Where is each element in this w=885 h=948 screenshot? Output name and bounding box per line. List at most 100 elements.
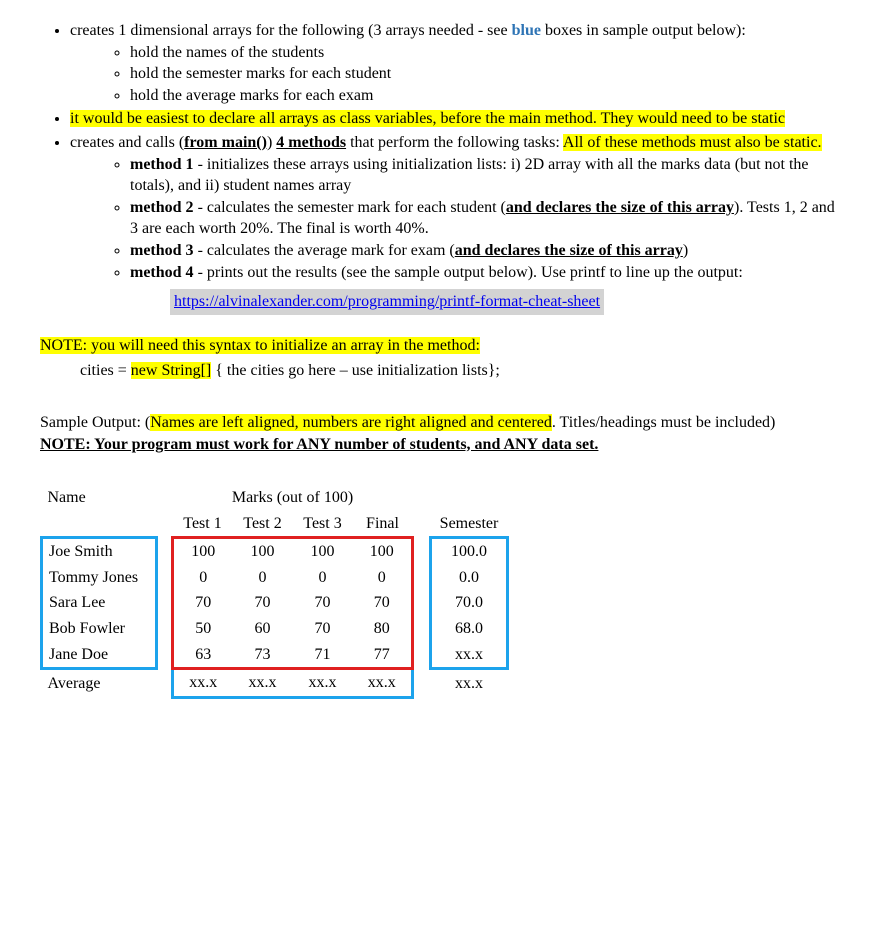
text: creates 1 dimensional arrays for the fol…	[70, 22, 512, 39]
table-row: Sara Lee 70 70 70 70 70.0	[42, 590, 508, 616]
cell: 0	[233, 565, 293, 591]
cell: 70	[353, 590, 413, 616]
highlight: Names are left aligned, numbers are righ…	[150, 414, 552, 431]
marks-header: Marks (out of 100)	[173, 485, 413, 511]
cell: 100	[293, 538, 353, 565]
cell: 70	[293, 616, 353, 642]
avg-cell: xx.x	[233, 669, 293, 698]
highlight: NOTE: you will need this syntax to initi…	[40, 337, 480, 354]
text: . Titles/headings must be included)	[552, 414, 776, 431]
text: - calculates the average mark for exam (	[194, 242, 455, 259]
table-row: Jane Doe 63 73 71 77 xx.x	[42, 642, 508, 669]
text: - initializes these arrays using initial…	[130, 156, 809, 195]
student-name: Tommy Jones	[42, 565, 157, 591]
cities-example: cities = new String[] { the cities go he…	[80, 360, 845, 382]
col-semester: Semester	[431, 511, 508, 538]
underline-bold: and declares the size of this array	[455, 242, 683, 259]
sub-item: hold the semester marks for each student	[130, 63, 845, 85]
label: method 1	[130, 156, 194, 173]
avg-cell: xx.x	[293, 669, 353, 698]
sub-item: hold the names of the students	[130, 42, 845, 64]
cell: 100	[173, 538, 233, 565]
underline-bold: 4 methods	[276, 134, 346, 151]
col-test1: Test 1	[173, 511, 233, 538]
semester-cell: 100.0	[431, 538, 508, 565]
printf-cheatsheet-link[interactable]: https://alvinalexander.com/programming/p…	[174, 293, 600, 310]
sub-item: hold the average marks for each exam	[130, 85, 845, 107]
blue-word: blue	[512, 22, 541, 39]
cell: 0	[293, 565, 353, 591]
text: creates and calls (	[70, 134, 184, 151]
text: - prints out the results (see the sample…	[194, 264, 743, 281]
label: method 2	[130, 199, 194, 216]
sample-output-intro: Sample Output: (Names are left aligned, …	[40, 412, 845, 434]
col-final: Final	[353, 511, 413, 538]
highlight: it would be easiest to declare all array…	[70, 110, 785, 127]
name-header: Name	[42, 485, 157, 511]
col-test3: Test 3	[293, 511, 353, 538]
text: )	[683, 242, 688, 259]
avg-cell: xx.x	[173, 669, 233, 698]
method-1: method 1 - initializes these arrays usin…	[130, 154, 845, 197]
semester-cell: 68.0	[431, 616, 508, 642]
note-syntax: NOTE: you will need this syntax to initi…	[40, 335, 845, 357]
cell: 63	[173, 642, 233, 669]
semester-cell: xx.x	[431, 642, 508, 669]
text: Sample Output: (	[40, 414, 150, 431]
avg-cell: xx.x	[353, 669, 413, 698]
table-row: Joe Smith 100 100 100 100 100.0	[42, 538, 508, 565]
cell: 100	[233, 538, 293, 565]
highlight: new String[]	[131, 362, 211, 379]
bullet-1: creates 1 dimensional arrays for the fol…	[70, 20, 845, 106]
average-label: Average	[42, 669, 157, 698]
cell: 80	[353, 616, 413, 642]
underline-bold: from main()	[184, 134, 267, 151]
marks-table: Name Marks (out of 100) Test 1 Test 2 Te…	[40, 485, 509, 699]
col-test2: Test 2	[233, 511, 293, 538]
text: - calculates the semester mark for each …	[194, 199, 506, 216]
cell: 0	[353, 565, 413, 591]
student-name: Joe Smith	[42, 538, 157, 565]
output-table-wrapper: Name Marks (out of 100) Test 1 Test 2 Te…	[40, 485, 845, 699]
text: boxes in sample output below):	[541, 22, 746, 39]
cell: 70	[173, 590, 233, 616]
avg-sem-cell: xx.x	[431, 669, 508, 698]
semester-cell: 70.0	[431, 590, 508, 616]
text: that perform the following tasks:	[346, 134, 563, 151]
table-row: Tommy Jones 0 0 0 0 0.0	[42, 565, 508, 591]
cell: 71	[293, 642, 353, 669]
underline-bold: and declares the size of this array	[506, 199, 734, 216]
note-label: NOTE	[40, 337, 83, 354]
cell: 70	[233, 590, 293, 616]
method-4: method 4 - prints out the results (see t…	[130, 262, 845, 315]
title-row: Name Marks (out of 100)	[42, 485, 508, 511]
method-3: method 3 - calculates the average mark f…	[130, 240, 845, 262]
cell: 77	[353, 642, 413, 669]
cell: 60	[233, 616, 293, 642]
sub-list: hold the names of the students hold the …	[70, 42, 845, 107]
main-bullet-list: creates 1 dimensional arrays for the fol…	[40, 20, 845, 315]
bullet-3: creates and calls (from main()) 4 method…	[70, 132, 845, 315]
cell: 100	[353, 538, 413, 565]
method-2: method 2 - calculates the semester mark …	[130, 197, 845, 240]
text: )	[267, 134, 276, 151]
link-block: https://alvinalexander.com/programming/p…	[170, 289, 604, 315]
table-row: Bob Fowler 50 60 70 80 68.0	[42, 616, 508, 642]
underline-bold: NOTE: Your program must work for ANY num…	[40, 436, 598, 453]
column-row: Test 1 Test 2 Test 3 Final Semester	[42, 511, 508, 538]
student-name: Sara Lee	[42, 590, 157, 616]
student-name: Bob Fowler	[42, 616, 157, 642]
highlight: All of these methods must also be static…	[563, 134, 822, 151]
text: { the cities go here – use initializatio…	[211, 362, 500, 379]
label: method 3	[130, 242, 194, 259]
sub-list-methods: method 1 - initializes these arrays usin…	[70, 154, 845, 315]
note-any-data: NOTE: Your program must work for ANY num…	[40, 434, 845, 456]
average-row: Average xx.x xx.x xx.x xx.x xx.x	[42, 669, 508, 698]
semester-cell: 0.0	[431, 565, 508, 591]
cell: 50	[173, 616, 233, 642]
cell: 0	[173, 565, 233, 591]
label: method 4	[130, 264, 194, 281]
student-name: Jane Doe	[42, 642, 157, 669]
cell: 70	[293, 590, 353, 616]
bullet-2: it would be easiest to declare all array…	[70, 108, 845, 130]
